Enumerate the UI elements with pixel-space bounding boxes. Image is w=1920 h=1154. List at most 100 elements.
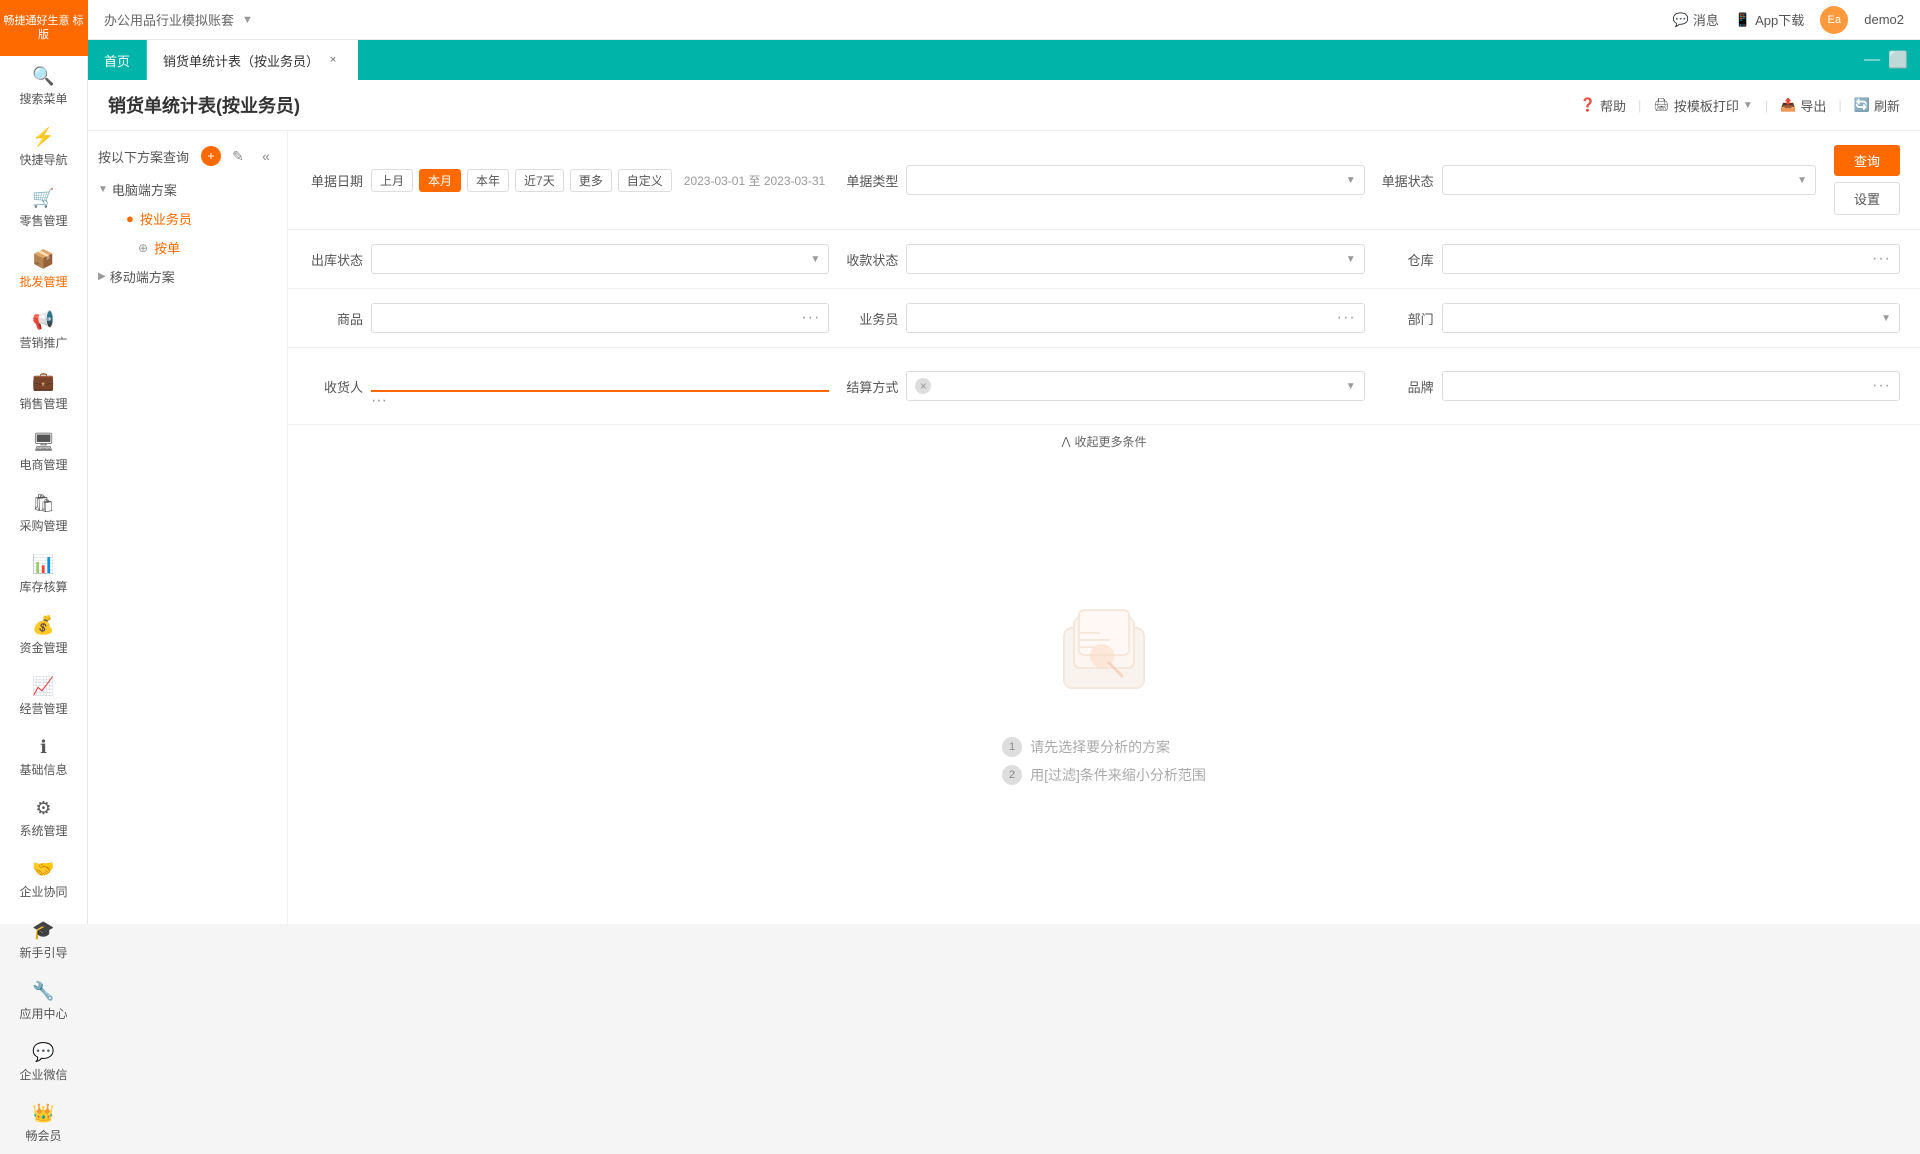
collapse-panel-btn[interactable]: « [255,145,277,167]
department-control: ▼ [1442,303,1900,333]
sidebar-item-retail[interactable]: 🛒 零售管理 [0,178,88,239]
enterprise-icon: 🤝 [5,859,83,880]
sidebar-logo[interactable]: 畅捷通好生意 标版 [0,0,88,56]
warehouse-select[interactable]: ··· [1442,244,1900,274]
content-area: 销货单统计表(按业务员) ❓ 帮助 | 🖨 按模板打印 ▼ | 📤 [88,80,1920,924]
salesperson-dots-icon: ··· [1337,309,1356,327]
receipt-status-select[interactable]: ▼ [906,244,1364,274]
query-btn[interactable]: 查询 [1834,145,1900,176]
help-btn[interactable]: ❓ 帮助 [1580,96,1626,115]
tip-2-text: 用[过滤]条件来缩小分析范围 [1030,765,1206,785]
sidebar-item-enterprise[interactable]: 🤝 企业协同 [0,849,88,910]
tree-item-by-order[interactable]: ⊕ 按单 [88,233,287,262]
date-more-btn[interactable]: 更多 [570,169,612,192]
sidebar-item-inventory[interactable]: 📊 库存核算 [0,544,88,605]
print-btn[interactable]: 🖨 按模板打印 ▼ [1653,96,1752,115]
sidebar-item-sales[interactable]: 💼 销售管理 [0,361,88,422]
refresh-btn[interactable]: 🔄 刷新 [1854,96,1900,115]
receiver-dots-icon: ··· [371,392,391,409]
tab-maximize-btn[interactable]: ⬜ [1888,50,1908,70]
brand-select[interactable]: ··· [1442,371,1900,401]
search-menu-icon: 🔍 [5,66,83,87]
sidebar: 畅捷通好生意 标版 🔍 搜索菜单 ⚡ 快捷导航 🛒 零售管理 📦 批发管理 📢 … [0,0,88,924]
sidebar-item-operations[interactable]: 📈 经营管理 [0,666,88,727]
tip-1-num: 1 [1002,737,1022,757]
purchase-icon: 🛍 [5,493,83,514]
sidebar-item-finance[interactable]: 💰 资金管理 [0,605,88,666]
inventory-icon: 📊 [5,554,83,575]
empty-tip-1: 1 请先选择要分析的方案 [1002,737,1206,757]
newbie-icon: 🎓 [5,920,83,941]
print-icon: 🖨 [1653,97,1670,113]
department-arrow-icon: ▼ [1881,313,1891,324]
receiver-label: 收货人 [308,377,363,396]
doc-type-select[interactable]: ▼ [906,165,1364,195]
message-btn[interactable]: 💬 消息 [1673,10,1719,29]
sidebar-item-wechat[interactable]: 💬 企业微信 [0,1032,88,1093]
sidebar-item-search-menu[interactable]: 🔍 搜索菜单 [0,56,88,117]
settings-btn[interactable]: 设置 [1834,182,1900,215]
active-scheme-icon: ● [126,211,134,226]
sidebar-item-ecommerce[interactable]: 🖥 电商管理 [0,422,88,483]
brand-dots-icon: ··· [1872,377,1891,395]
dropdown-arrow-icon[interactable]: ▼ [242,14,253,26]
tree-item-by-salesperson[interactable]: ● 按业务员 [88,204,287,233]
sidebar-item-basic[interactable]: ℹ 基础信息 [0,727,88,788]
tip-1-text: 请先选择要分析的方案 [1030,737,1170,757]
tree-section-mobile[interactable]: ▶ 移动端方案 [88,262,287,291]
wechat-icon: 💬 [5,1042,83,1063]
date-custom-btn[interactable]: 自定义 [618,169,672,192]
receipt-status-control: ▼ [906,244,1364,274]
date-prev-month-btn[interactable]: 上月 [371,169,413,192]
sidebar-item-wholesale[interactable]: 📦 批发管理 [0,239,88,300]
sidebar-item-system[interactable]: ⚙ 系统管理 [0,788,88,849]
filter-cell-payment: 结算方式 × ▼ [843,362,1364,410]
out-status-select[interactable]: ▼ [371,244,829,274]
receipt-status-arrow-icon: ▼ [1346,254,1356,265]
basic-icon: ℹ [5,737,83,758]
sidebar-item-member[interactable]: 👑 畅会员 [0,1093,88,1154]
sidebar-item-newbie[interactable]: 🎓 新手引导 [0,910,88,971]
print-dropdown-arrow[interactable]: ▼ [1743,100,1753,111]
receiver-input[interactable] [371,362,829,392]
system-icon: ⚙ [5,798,83,819]
out-status-arrow-icon: ▼ [810,254,820,265]
help-icon: ❓ [1580,97,1596,113]
user-avatar[interactable]: Ea [1820,6,1848,34]
left-panel-header: 按以下方案查询 + ✎ « [88,141,287,175]
tree-arrow-mobile-icon: ▶ [98,271,106,282]
goods-select[interactable]: ··· [371,303,829,333]
salesperson-control: ··· [906,303,1364,333]
app-download-btn[interactable]: 📱 App下载 [1735,10,1804,29]
tab-close-btn[interactable]: × [325,52,341,68]
date-filter: 上月 本月 本年 近7天 更多 自定义 2023-03-01 至 2023-03… [371,169,829,192]
page-title: 销货单统计表(按业务员) [108,92,300,118]
add-scheme-btn[interactable]: + [201,146,221,166]
doc-status-select[interactable]: ▼ [1442,165,1816,195]
out-status-label: 出库状态 [308,250,363,269]
payment-select[interactable]: × ▼ [906,371,1364,401]
sidebar-item-purchase[interactable]: 🛍 采购管理 [0,483,88,544]
salesperson-select[interactable]: ··· [906,303,1364,333]
edit-scheme-btn[interactable]: ✎ [227,145,249,167]
export-btn[interactable]: 📤 导出 [1780,96,1826,115]
message-icon: 💬 [1673,12,1689,28]
tab-home[interactable]: 首页 [88,40,147,80]
date-this-month-btn[interactable]: 本月 [419,169,461,192]
doc-type-arrow-icon: ▼ [1346,175,1356,186]
payment-clear-btn[interactable]: × [915,378,931,394]
filter-row-4: 收货人 ··· 结算方式 × ▼ [288,348,1920,425]
date-last7-btn[interactable]: 近7天 [515,169,564,192]
tree-item-by-salesperson-label: 按业务员 [140,209,192,228]
tab-active[interactable]: 销货单统计表（按业务员） × [147,40,358,80]
department-select[interactable]: ▼ [1442,303,1900,333]
sidebar-item-marketing[interactable]: 📢 营销推广 [0,300,88,361]
tab-minimize-btn[interactable]: — [1864,51,1880,69]
collapse-bar[interactable]: ⋀ 收起更多条件 [288,425,1920,458]
marketing-icon: 📢 [5,310,83,331]
sidebar-item-quick-nav[interactable]: ⚡ 快捷导航 [0,117,88,178]
tree-arrow-icon: ▼ [98,184,108,195]
date-this-year-btn[interactable]: 本年 [467,169,509,192]
sidebar-item-appcenter[interactable]: 🔧 应用中心 [0,971,88,1032]
tree-section-pc[interactable]: ▼ 电脑端方案 [88,175,287,204]
